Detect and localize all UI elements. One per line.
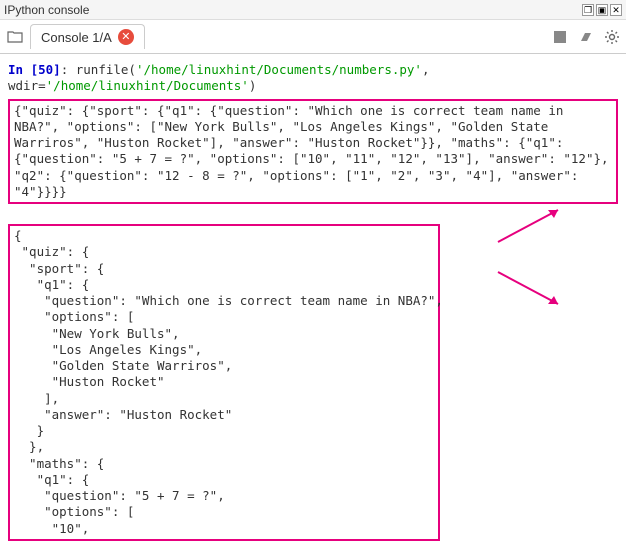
stop-icon[interactable] xyxy=(552,29,568,45)
runfile-call: runfile( xyxy=(76,62,136,77)
window-controls: ❐ ▣ ✕ xyxy=(582,4,622,16)
comma: , xyxy=(422,62,430,77)
tab-close-icon[interactable]: ✕ xyxy=(118,29,134,45)
folder-icon[interactable] xyxy=(6,28,24,46)
restore-button[interactable]: ❐ xyxy=(582,4,594,16)
output-compact-json: {"quiz": {"sport": {"q1": {"question": "… xyxy=(8,99,618,205)
close-paren: ) xyxy=(249,78,257,93)
console-tab[interactable]: Console 1/A ✕ xyxy=(30,24,145,49)
output-pretty-json: { "quiz": { "sport": { "q1": { "question… xyxy=(8,224,440,541)
wdir-param: wdir= xyxy=(8,78,46,93)
file-arg: '/home/linuxhint/Documents/numbers.py' xyxy=(136,62,422,77)
annotation-arrow-2 xyxy=(488,264,568,318)
tab-label: Console 1/A xyxy=(41,30,112,45)
toolbar-right xyxy=(552,29,620,45)
prompt-number: [50] xyxy=(31,62,61,77)
maximize-button[interactable]: ▣ xyxy=(596,4,608,16)
console-output[interactable]: In [50]: runfile('/home/linuxhint/Docume… xyxy=(0,54,626,549)
prompt-colon: : xyxy=(61,62,76,77)
titlebar: IPython console ❐ ▣ ✕ xyxy=(0,0,626,20)
input-prompt: In [50]: runfile('/home/linuxhint/Docume… xyxy=(8,62,618,95)
window-title: IPython console xyxy=(4,3,89,17)
toolbar-left: Console 1/A ✕ xyxy=(6,24,145,49)
annotation-arrow-1 xyxy=(488,202,568,256)
clear-icon[interactable] xyxy=(578,29,594,45)
settings-icon[interactable] xyxy=(604,29,620,45)
close-window-button[interactable]: ✕ xyxy=(610,4,622,16)
wdir-arg: '/home/linuxhint/Documents' xyxy=(46,78,249,93)
prompt-in: In xyxy=(8,62,31,77)
toolbar: Console 1/A ✕ xyxy=(0,20,626,54)
